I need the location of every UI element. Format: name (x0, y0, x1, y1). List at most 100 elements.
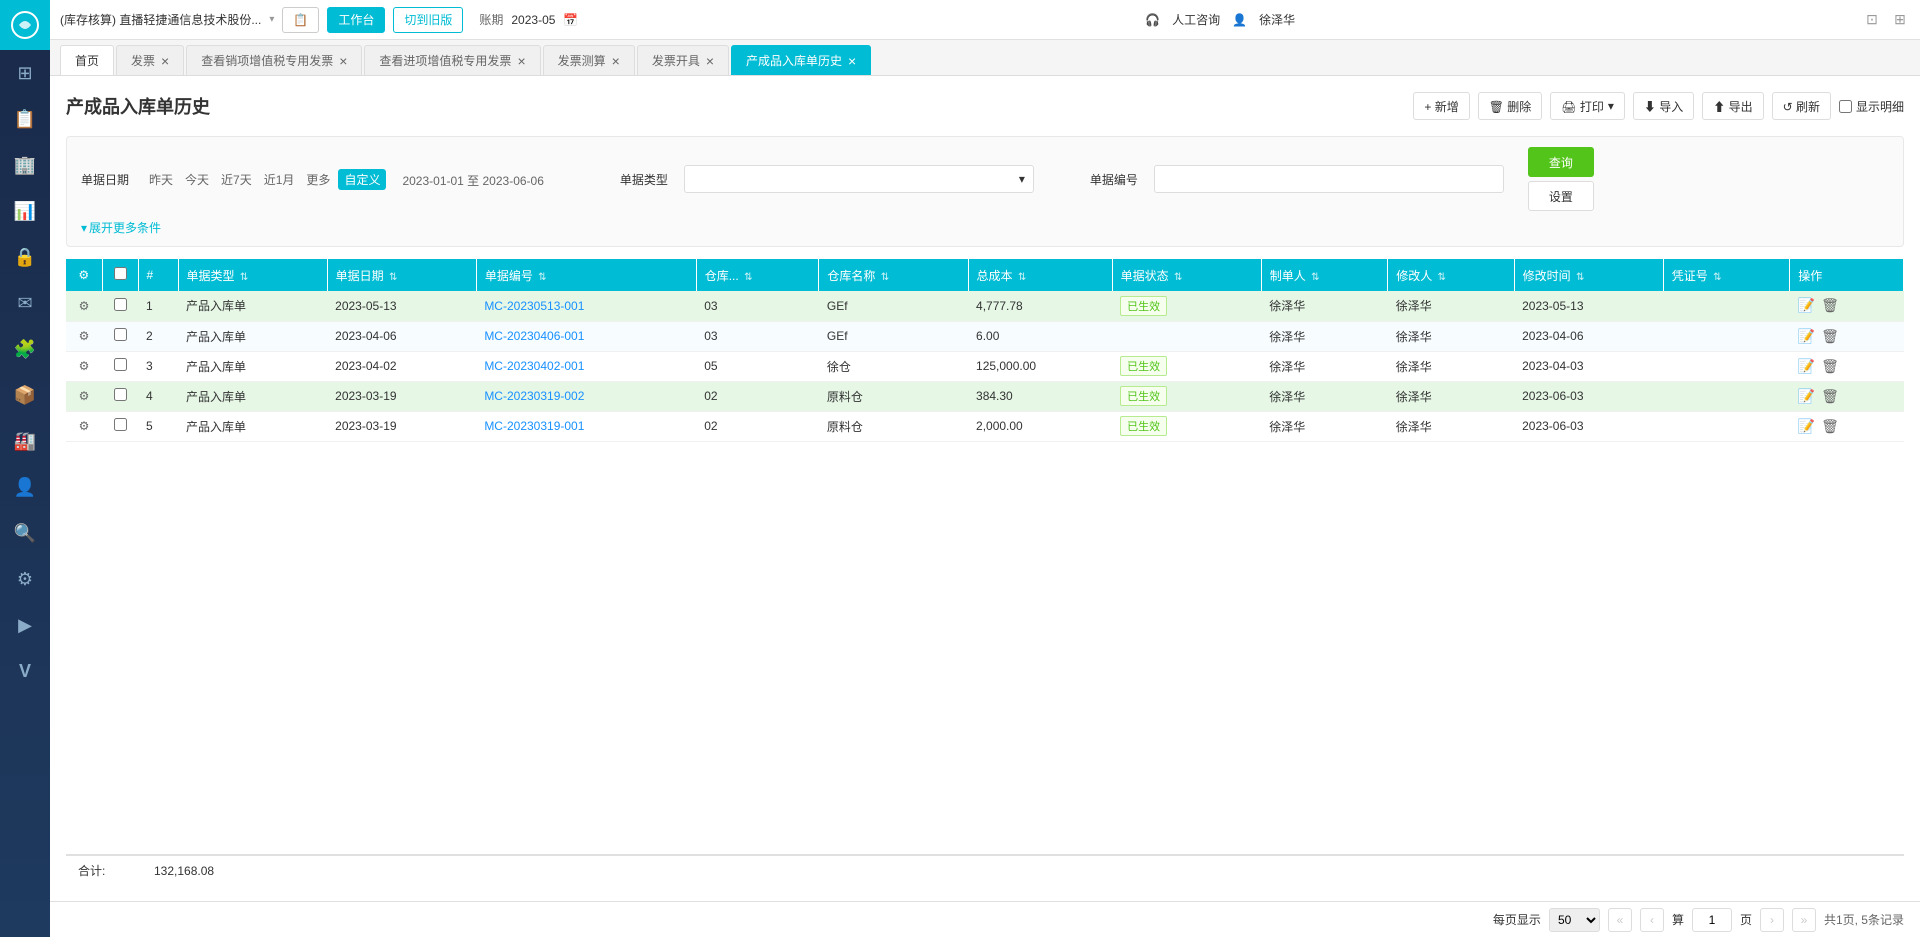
query-button[interactable]: 查询 (1528, 147, 1594, 177)
row-select-checkbox[interactable] (114, 388, 127, 401)
row-edit-icon[interactable]: 📝 (1798, 297, 1815, 314)
row-checkbox[interactable] (102, 291, 138, 321)
row-select-checkbox[interactable] (114, 328, 127, 341)
page-input[interactable] (1692, 908, 1732, 932)
row-edit-icon[interactable]: 📝 (1798, 328, 1815, 345)
row-checkbox[interactable] (102, 321, 138, 351)
row-edit-icon[interactable]: 📝 (1798, 358, 1815, 375)
row-delete-icon[interactable]: 🗑 (1821, 358, 1839, 375)
tab-invoice-calc[interactable]: 发票测算 × (543, 45, 635, 75)
filter-date-custom[interactable]: 自定义 (338, 169, 386, 190)
maximize-button[interactable]: ⊞ (1890, 10, 1910, 30)
tab-invoice-close[interactable]: × (161, 54, 169, 68)
row-delete-icon[interactable]: 🗑 (1821, 388, 1839, 405)
first-page-button[interactable]: « (1608, 908, 1632, 932)
sidebar-item-mail[interactable]: ✉ (0, 280, 50, 326)
filter-date-more[interactable]: 更多 (302, 169, 334, 190)
sidebar-item-doc[interactable]: 📋 (0, 96, 50, 142)
col-modify-time-header[interactable]: 修改时间 ⇅ (1514, 259, 1663, 291)
sidebar-item-factory[interactable]: 🏭 (0, 418, 50, 464)
refresh-button[interactable]: ↺ 刷新 (1772, 92, 1831, 120)
row-number[interactable]: MC-20230319-001 (476, 411, 696, 441)
col-modifier-header[interactable]: 修改人 ⇅ (1388, 259, 1514, 291)
set-button[interactable]: 设置 (1528, 181, 1594, 211)
col-checkbox-header[interactable] (102, 259, 138, 291)
tab-invoice-issue[interactable]: 发票开具 × (637, 45, 729, 75)
row-checkbox[interactable] (102, 351, 138, 381)
per-page-select[interactable]: 50 10 20 100 (1549, 908, 1600, 932)
tab-invoice-calc-close[interactable]: × (612, 54, 620, 68)
row-select-checkbox[interactable] (114, 358, 127, 371)
tab-sales-vat-close[interactable]: × (339, 54, 347, 68)
tab-stock-in-history-close[interactable]: × (848, 54, 856, 68)
filter-type-select[interactable]: ▾ (684, 165, 1034, 193)
col-settings-header[interactable]: ⚙ (66, 259, 102, 291)
col-status-header[interactable]: 单据状态 ⇅ (1112, 259, 1261, 291)
col-number-header[interactable]: 单据编号 ⇅ (476, 259, 696, 291)
sidebar-item-play[interactable]: ▶ (0, 602, 50, 648)
col-total-cost-header[interactable]: 总成本 ⇅ (968, 259, 1112, 291)
new-button[interactable]: + 新增 (1413, 92, 1469, 120)
filter-date-7days[interactable]: 近7天 (217, 169, 256, 190)
col-date-header[interactable]: 单据日期 ⇅ (327, 259, 476, 291)
row-number-link[interactable]: MC-20230513-001 (484, 299, 584, 313)
col-type-header[interactable]: 单据类型 ⇅ (178, 259, 327, 291)
row-edit-icon[interactable]: 📝 (1798, 418, 1815, 435)
import-button[interactable]: ⬇ 导入 (1633, 92, 1694, 120)
sidebar-item-v[interactable]: V (0, 648, 50, 694)
filter-date-1month[interactable]: 近1月 (260, 169, 299, 190)
row-settings[interactable]: ⚙ (66, 381, 102, 411)
sidebar-item-box[interactable]: 📦 (0, 372, 50, 418)
row-delete-icon[interactable]: 🗑 (1821, 418, 1839, 435)
filter-date-today[interactable]: 今天 (181, 169, 213, 190)
export-button[interactable]: ⬆ 导出 (1702, 92, 1763, 120)
support-label[interactable]: 人工咨询 (1172, 11, 1220, 28)
expand-filter-button[interactable]: ▾ 展开更多条件 (81, 219, 161, 236)
row-select-checkbox[interactable] (114, 418, 127, 431)
filter-number-input[interactable] (1154, 165, 1504, 193)
next-page-button[interactable]: › (1760, 908, 1784, 932)
col-wh-name-header[interactable]: 仓库名称 ⇅ (819, 259, 968, 291)
user-label[interactable]: 徐泽华 (1259, 11, 1295, 28)
tab-stock-in-history[interactable]: 产成品入库单历史 × (731, 45, 871, 75)
delete-button[interactable]: 🗑 删除 (1478, 92, 1543, 120)
tab-purchase-vat[interactable]: 查看进项增值税专用发票 × (364, 45, 540, 75)
row-settings[interactable]: ⚙ (66, 351, 102, 381)
sidebar-item-puzzle[interactable]: 🧩 (0, 326, 50, 372)
row-number[interactable]: MC-20230513-001 (476, 291, 696, 321)
sidebar-item-org[interactable]: 🏢 (0, 142, 50, 188)
filter-date-yesterday[interactable]: 昨天 (145, 169, 177, 190)
row-checkbox[interactable] (102, 411, 138, 441)
row-checkbox[interactable] (102, 381, 138, 411)
row-delete-icon[interactable]: 🗑 (1821, 297, 1839, 314)
copy-button[interactable]: 📋 (282, 7, 319, 33)
row-number-link[interactable]: MC-20230406-001 (484, 329, 584, 343)
row-number-link[interactable]: MC-20230319-001 (484, 419, 584, 433)
sidebar-item-home[interactable]: ⊞ (0, 50, 50, 96)
calendar-icon[interactable]: 📅 (563, 13, 578, 27)
row-number[interactable]: MC-20230406-001 (476, 321, 696, 351)
tab-invoice-issue-close[interactable]: × (706, 54, 714, 68)
minimize-button[interactable]: ⊡ (1862, 10, 1882, 30)
row-number[interactable]: MC-20230402-001 (476, 351, 696, 381)
row-settings[interactable]: ⚙ (66, 321, 102, 351)
row-settings[interactable]: ⚙ (66, 411, 102, 441)
row-number-link[interactable]: MC-20230319-002 (484, 389, 584, 403)
show-detail-checkbox[interactable] (1839, 100, 1852, 113)
col-creator-header[interactable]: 制单人 ⇅ (1261, 259, 1387, 291)
switch-button[interactable]: 切到旧版 (393, 7, 463, 33)
select-all-checkbox[interactable] (114, 267, 127, 280)
row-settings[interactable]: ⚙ (66, 291, 102, 321)
row-number-link[interactable]: MC-20230402-001 (484, 359, 584, 373)
tab-invoice[interactable]: 发票 × (116, 45, 184, 75)
tab-purchase-vat-close[interactable]: × (517, 54, 525, 68)
print-button[interactable]: 🖨 打印 ▾ (1550, 92, 1625, 120)
row-edit-icon[interactable]: 📝 (1798, 388, 1815, 405)
sidebar-item-search[interactable]: 🔍 (0, 510, 50, 556)
show-detail-label[interactable]: 显示明细 (1839, 98, 1904, 115)
col-voucher-header[interactable]: 凭证号 ⇅ (1663, 259, 1789, 291)
sidebar-item-shield[interactable]: 🔒 (0, 234, 50, 280)
workbench-button[interactable]: 工作台 (327, 7, 385, 33)
row-number[interactable]: MC-20230319-002 (476, 381, 696, 411)
sidebar-item-chart[interactable]: 📊 (0, 188, 50, 234)
